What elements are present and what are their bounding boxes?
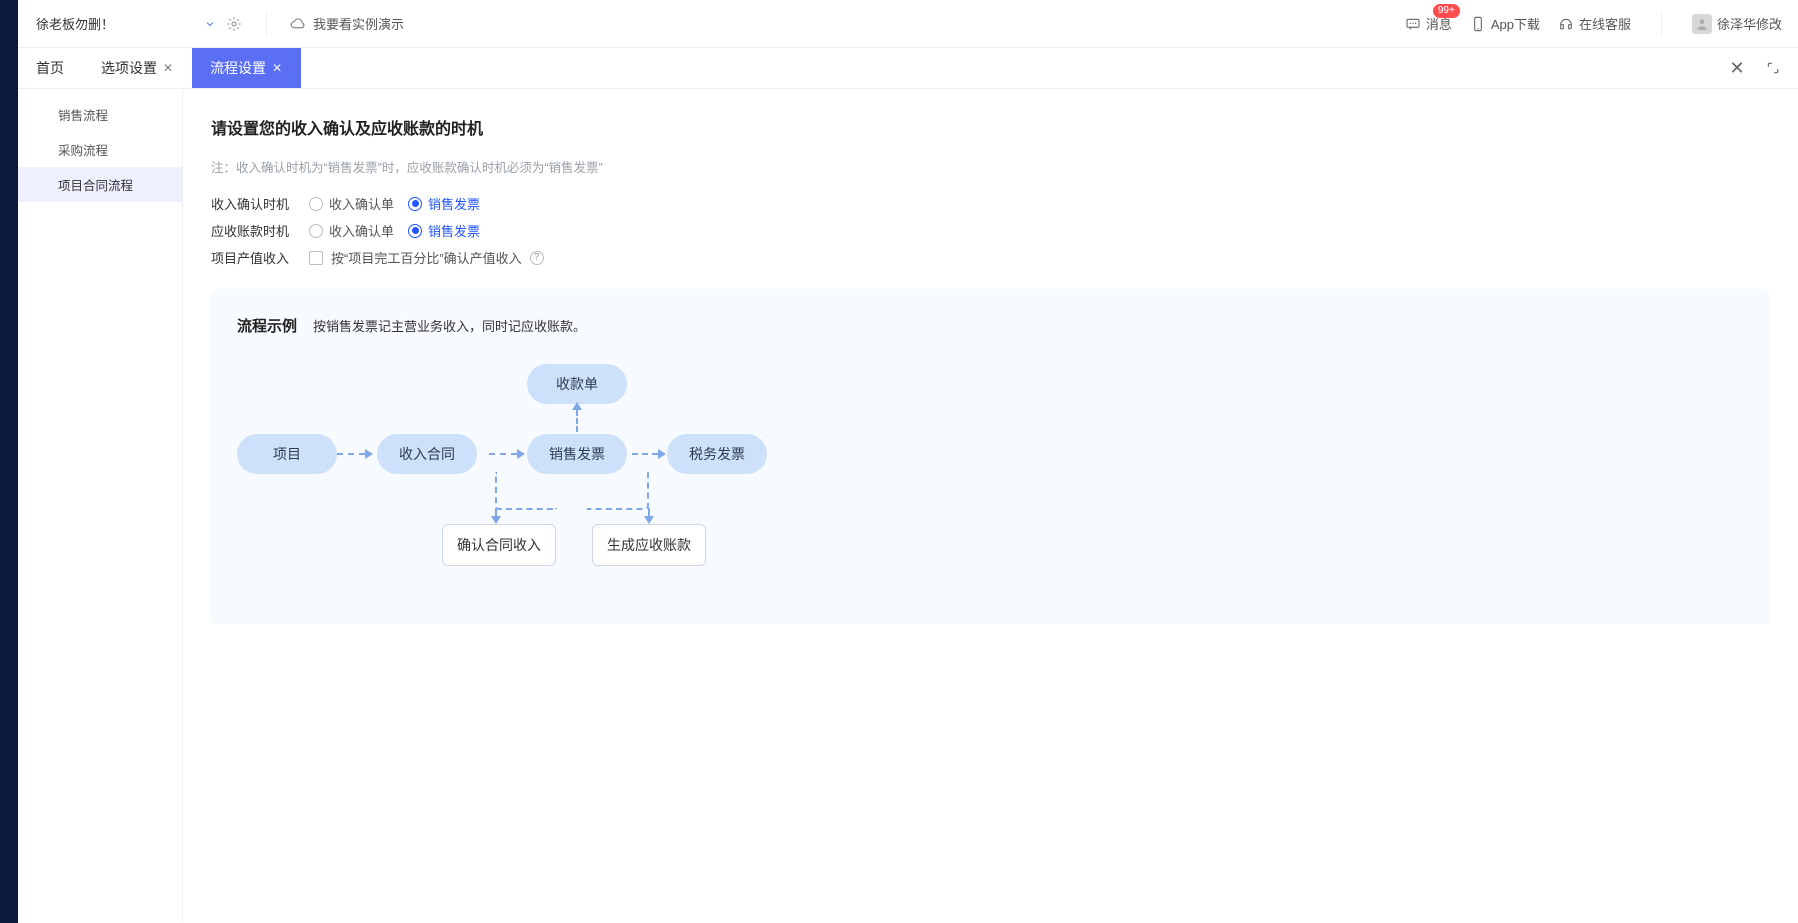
- page-hint: 注：收入确认时机为“销售发票”时，应收账款确认时机必须为“销售发票”: [211, 157, 1770, 176]
- expand-icon[interactable]: [1760, 55, 1786, 81]
- row-receivable: 应收账款时机 收入确认单 销售发票: [211, 221, 1770, 240]
- workspace-selector[interactable]: 徐老板勿删！: [34, 10, 244, 37]
- row-project-value: 项目产值收入 按“项目完工百分比”确认产值收入 ?: [211, 248, 1770, 267]
- connector-icon: [495, 472, 557, 510]
- page-title: 请设置您的收入确认及应收账款的时机: [211, 115, 1770, 139]
- arrow-down-icon: [491, 508, 501, 524]
- phone-icon: [1470, 16, 1486, 32]
- node-gen-receivable: 生成应收账款: [592, 524, 706, 566]
- close-all-icon[interactable]: ✕: [1724, 55, 1750, 81]
- topbar: 徐老板勿删！ 我要看实例演示: [18, 0, 1798, 48]
- gear-icon[interactable]: [226, 16, 242, 32]
- tab-options-label: 选项设置: [101, 58, 157, 78]
- node-sales-invoice: 销售发票: [527, 434, 627, 474]
- node-tax-invoice: 税务发票: [667, 434, 767, 474]
- panel-title: 流程示例: [237, 315, 297, 336]
- help-icon[interactable]: ?: [530, 251, 544, 265]
- arrow-icon: [632, 449, 666, 459]
- node-project: 项目: [237, 434, 337, 474]
- sidebar-item-project[interactable]: 项目合同流程: [18, 167, 182, 202]
- arrow-up-icon: [572, 402, 582, 432]
- user-name: 徐泽华修改: [1717, 14, 1782, 33]
- node-income-contract: 收入合同: [377, 434, 477, 474]
- app-download-label: App下载: [1491, 14, 1540, 33]
- avatar-icon: [1692, 14, 1712, 34]
- tab-home-label: 首页: [36, 58, 64, 78]
- checkbox-project-percentage[interactable]: 按“项目完工百分比”确认产值收入 ?: [309, 248, 544, 267]
- left-app-strip: [0, 0, 18, 923]
- row-income-confirm: 收入确认时机 收入确认单 销售发票: [211, 194, 1770, 213]
- row3-label: 项目产值收入: [211, 248, 295, 267]
- checkbox-label: 按“项目完工百分比”确认产值收入: [331, 248, 522, 267]
- checkbox-icon: [309, 251, 323, 265]
- radio-label: 收入确认单: [329, 221, 394, 240]
- radio-income-sales-invoice[interactable]: 销售发票: [408, 194, 480, 213]
- flow-example-panel: 流程示例 按销售发票记主营业务收入，同时记应收账款。 收款单 项目 收入合同 销…: [211, 289, 1770, 624]
- radio-receivable-confirm-doc[interactable]: 收入确认单: [309, 221, 394, 240]
- radio-label: 销售发票: [428, 194, 480, 213]
- divider: [1661, 12, 1662, 36]
- tab-home[interactable]: 首页: [18, 48, 83, 88]
- radio-icon: [408, 197, 422, 211]
- arrow-icon: [489, 449, 525, 459]
- cloud-icon: [289, 15, 307, 33]
- radio-label: 销售发票: [428, 221, 480, 240]
- node-receipt: 收款单: [527, 364, 627, 404]
- demo-link-label: 我要看实例演示: [313, 14, 404, 33]
- row1-label: 收入确认时机: [211, 194, 295, 213]
- arrow-icon: [337, 449, 373, 459]
- tabbar: 首页 选项设置 ✕ 流程设置 ✕ ✕: [18, 48, 1798, 89]
- sidebar-item-sales[interactable]: 销售流程: [18, 97, 182, 132]
- sidebar: 销售流程 采购流程 项目合同流程: [18, 89, 183, 922]
- arrow-down-icon: [644, 508, 654, 524]
- tabbar-right: ✕: [1724, 55, 1798, 81]
- radio-income-confirm-doc[interactable]: 收入确认单: [309, 194, 394, 213]
- radio-icon: [309, 224, 323, 238]
- online-service-button[interactable]: 在线客服: [1558, 14, 1631, 33]
- headset-icon: [1558, 16, 1574, 32]
- user-menu[interactable]: 徐泽华修改: [1692, 14, 1782, 34]
- tabs: 首页 选项设置 ✕ 流程设置 ✕: [18, 48, 301, 88]
- radio-icon: [309, 197, 323, 211]
- row2-label: 应收账款时机: [211, 221, 295, 240]
- topbar-left: 徐老板勿删！ 我要看实例演示: [34, 10, 404, 37]
- tab-flow-label: 流程设置: [210, 58, 266, 78]
- message-icon: [1405, 16, 1421, 32]
- close-icon[interactable]: ✕: [272, 61, 282, 75]
- radio-receivable-sales-invoice[interactable]: 销售发票: [408, 221, 480, 240]
- topbar-right: 消息 99+ App下载 在线客服 徐泽华修改: [1405, 12, 1782, 36]
- main-content: 请设置您的收入确认及应收账款的时机 注：收入确认时机为“销售发票”时，应收账款确…: [183, 89, 1798, 922]
- flow-diagram: 收款单 项目 收入合同 销售发票 税务发票 确认合同收入 生成应收账款: [237, 364, 1744, 584]
- panel-subtitle: 按销售发票记主营业务收入，同时记应收账款。: [313, 316, 586, 335]
- node-confirm-income: 确认合同收入: [442, 524, 556, 566]
- app-download-button[interactable]: App下载: [1470, 14, 1540, 33]
- workspace-name: 徐老板勿删！: [36, 14, 114, 33]
- radio-label: 收入确认单: [329, 194, 394, 213]
- close-icon[interactable]: ✕: [163, 61, 173, 75]
- divider: [266, 12, 267, 36]
- connector-icon: [587, 472, 649, 510]
- online-service-label: 在线客服: [1579, 14, 1631, 33]
- demo-link[interactable]: 我要看实例演示: [289, 14, 404, 33]
- radio-icon: [408, 224, 422, 238]
- tab-flow[interactable]: 流程设置 ✕: [192, 48, 301, 88]
- tab-options[interactable]: 选项设置 ✕: [83, 48, 192, 88]
- messages-button[interactable]: 消息 99+: [1405, 14, 1452, 33]
- messages-badge: 99+: [1433, 4, 1460, 18]
- sidebar-item-purchase[interactable]: 采购流程: [18, 132, 182, 167]
- chevron-down-icon: [204, 18, 216, 30]
